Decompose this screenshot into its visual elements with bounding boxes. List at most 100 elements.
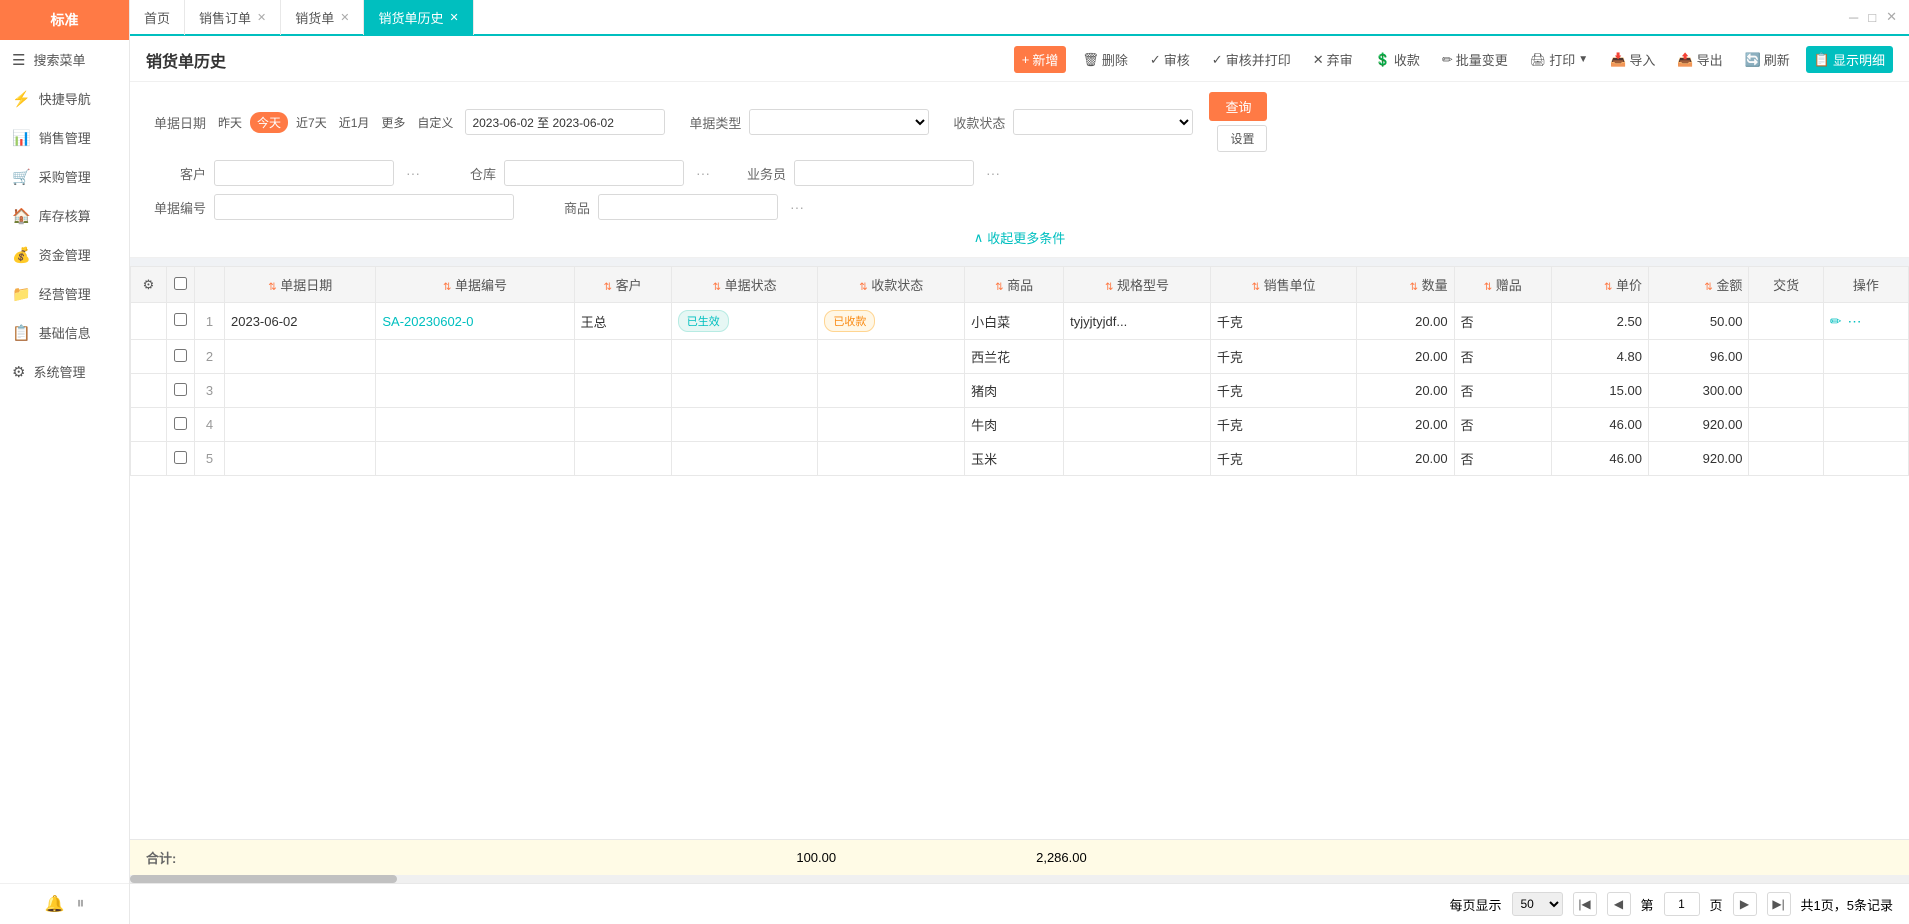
row-checkbox-4[interactable] <box>174 451 187 464</box>
sidebar-item-inventory[interactable]: 🏠 库存核算 <box>0 196 129 235</box>
tab-sales-delivery-history[interactable]: 销货单历史 ✕ <box>364 0 473 35</box>
maximize-btn[interactable]: □ <box>1868 10 1876 25</box>
row-checkbox-0[interactable] <box>174 313 187 326</box>
collapse-btn[interactable]: ∧ 收起更多条件 <box>146 228 1893 247</box>
tab-home[interactable]: 首页 <box>130 0 185 35</box>
warehouse-dots[interactable]: ··· <box>696 165 710 181</box>
import-icon: 📥 <box>1610 52 1626 68</box>
col-check[interactable] <box>167 267 195 303</box>
per-page-select[interactable]: 50 100 <box>1512 892 1563 916</box>
sidebar-item-ops-mgmt[interactable]: 📁 经营管理 <box>0 274 129 313</box>
last-page-btn[interactable]: ▶| <box>1767 892 1791 916</box>
minimize-btn[interactable]: ─ <box>1849 10 1858 25</box>
col-gift[interactable]: ⇅ 赠品 <box>1454 267 1551 303</box>
export-button[interactable]: 📤 导出 <box>1671 47 1728 72</box>
refresh-button[interactable]: 🔄 刷新 <box>1739 47 1796 72</box>
setting-button[interactable]: 设置 <box>1217 125 1267 152</box>
col-gear[interactable]: ⚙ <box>131 267 167 303</box>
sidebar-item-purchase-mgmt[interactable]: 🛒 采购管理 <box>0 157 129 196</box>
page-input[interactable] <box>1664 892 1700 916</box>
query-button[interactable]: 查询 <box>1209 92 1267 121</box>
row-checkbox-1[interactable] <box>174 349 187 362</box>
sidebar-item-sales-mgmt[interactable]: 📊 销售管理 <box>0 118 129 157</box>
tab-sales-order-close[interactable]: ✕ <box>257 11 266 24</box>
audit-button[interactable]: ✓ 审核 <box>1144 47 1196 72</box>
today-btn[interactable]: 今天 <box>250 112 288 133</box>
col-qty[interactable]: ⇅ 数量 <box>1357 267 1454 303</box>
col-collect-status[interactable]: ⇅ 收款状态 <box>818 267 965 303</box>
last7days-btn[interactable]: 近7天 <box>292 112 331 133</box>
sidebar-item-label: 资金管理 <box>39 245 91 264</box>
customer-input[interactable] <box>214 160 394 186</box>
print-label: 打印 <box>1549 50 1575 69</box>
doc-num-input[interactable] <box>214 194 514 220</box>
more-btn[interactable]: 更多 <box>377 112 409 133</box>
pause-icon[interactable]: ⏸ <box>76 895 84 913</box>
import-button[interactable]: 📥 导入 <box>1604 47 1661 72</box>
tab-sales-order[interactable]: 销售订单 ✕ <box>185 0 281 35</box>
notification-icon[interactable]: 🔔 <box>45 894 65 914</box>
row-checkbox-2[interactable] <box>174 383 187 396</box>
warehouse-input[interactable] <box>504 160 684 186</box>
tab-sales-delivery[interactable]: 销货单 ✕ <box>281 0 364 35</box>
row-checkbox-3[interactable] <box>174 417 187 430</box>
collect-button[interactable]: 💲 收款 <box>1369 47 1426 72</box>
customer-dots[interactable]: ··· <box>406 165 420 181</box>
collect-status-select[interactable] <box>1013 109 1193 135</box>
prev-page-btn[interactable]: ◀ <box>1607 892 1631 916</box>
audit-icon: ✓ <box>1150 52 1161 68</box>
cell-doc-status <box>671 408 818 442</box>
more-action-icon[interactable]: ⋯ <box>1847 313 1861 330</box>
import-label: 导入 <box>1629 50 1655 69</box>
delete-button[interactable]: 🗑 删除 <box>1076 47 1134 72</box>
cell-check[interactable] <box>167 303 195 340</box>
sidebar-item-search-menu[interactable]: ☰ 搜索菜单 <box>0 40 129 79</box>
col-doc-num[interactable]: ⇅ 单据编号 <box>376 267 574 303</box>
cell-spec: tyjyjtyjdf... <box>1064 303 1211 340</box>
col-spec[interactable]: ⇅ 规格型号 <box>1064 267 1211 303</box>
yesterday-btn[interactable]: 昨天 <box>214 112 246 133</box>
audit-print-button[interactable]: ✓ 审核并打印 <box>1206 47 1297 72</box>
last1month-btn[interactable]: 近1月 <box>335 112 374 133</box>
data-table: ⚙ ⇅ 单据日期 ⇅ 单据编号 ⇅ 客户 ⇅ 单据状态 ⇅ 收款状态 ⇅ 商品 … <box>130 266 1909 476</box>
horizontal-scrollbar[interactable] <box>130 875 1909 883</box>
col-goods[interactable]: ⇅ 商品 <box>965 267 1064 303</box>
first-page-btn[interactable]: |◀ <box>1573 892 1597 916</box>
discard-button[interactable]: ✕ 弃审 <box>1307 47 1359 72</box>
col-unit[interactable]: ⇅ 销售单位 <box>1210 267 1357 303</box>
close-btn[interactable]: ✕ <box>1886 9 1897 25</box>
select-all-checkbox[interactable] <box>174 277 187 290</box>
next-page-btn[interactable]: ▶ <box>1733 892 1757 916</box>
goods-dots[interactable]: ··· <box>790 199 804 215</box>
tab-sales-delivery-history-close[interactable]: ✕ <box>450 11 459 24</box>
custom-btn[interactable]: 自定义 <box>413 112 457 133</box>
goods-input[interactable] <box>598 194 778 220</box>
print-button[interactable]: 🖨 打印 ▼ <box>1524 47 1594 72</box>
batch-change-button[interactable]: ✏ 批量变更 <box>1436 47 1514 72</box>
scroll-thumb[interactable] <box>130 875 397 883</box>
add-button[interactable]: + 新增 <box>1014 46 1067 73</box>
col-amount[interactable]: ⇅ 金额 <box>1648 267 1748 303</box>
sidebar-item-quick-nav[interactable]: ⚡ 快捷导航 <box>0 79 129 118</box>
cell-check[interactable] <box>167 374 195 408</box>
sidebar-item-basic-info[interactable]: 📋 基础信息 <box>0 313 129 352</box>
show-detail-button[interactable]: 📋 显示明细 <box>1806 46 1893 73</box>
cell-check[interactable] <box>167 408 195 442</box>
staff-input[interactable] <box>794 160 974 186</box>
col-unit-price[interactable]: ⇅ 单价 <box>1551 267 1648 303</box>
staff-dots[interactable]: ··· <box>986 165 1000 181</box>
edit-icon[interactable]: ✏ <box>1830 313 1842 330</box>
tab-sales-delivery-close[interactable]: ✕ <box>340 11 349 24</box>
cell-check[interactable] <box>167 340 195 374</box>
cell-check[interactable] <box>167 442 195 476</box>
sidebar-item-finance-mgmt[interactable]: 💰 资金管理 <box>0 235 129 274</box>
col-date[interactable]: ⇅ 单据日期 <box>225 267 376 303</box>
col-doc-status[interactable]: ⇅ 单据状态 <box>671 267 818 303</box>
doc-type-select[interactable] <box>749 109 929 135</box>
col-customer[interactable]: ⇅ 客户 <box>574 267 671 303</box>
date-range-input[interactable] <box>465 109 665 135</box>
sidebar-item-label: 基础信息 <box>39 323 91 342</box>
cell-doc-status <box>671 340 818 374</box>
sidebar-item-sys-mgmt[interactable]: ⚙ 系统管理 <box>0 352 129 391</box>
spec-sort-icon: ⇅ <box>1105 282 1113 293</box>
